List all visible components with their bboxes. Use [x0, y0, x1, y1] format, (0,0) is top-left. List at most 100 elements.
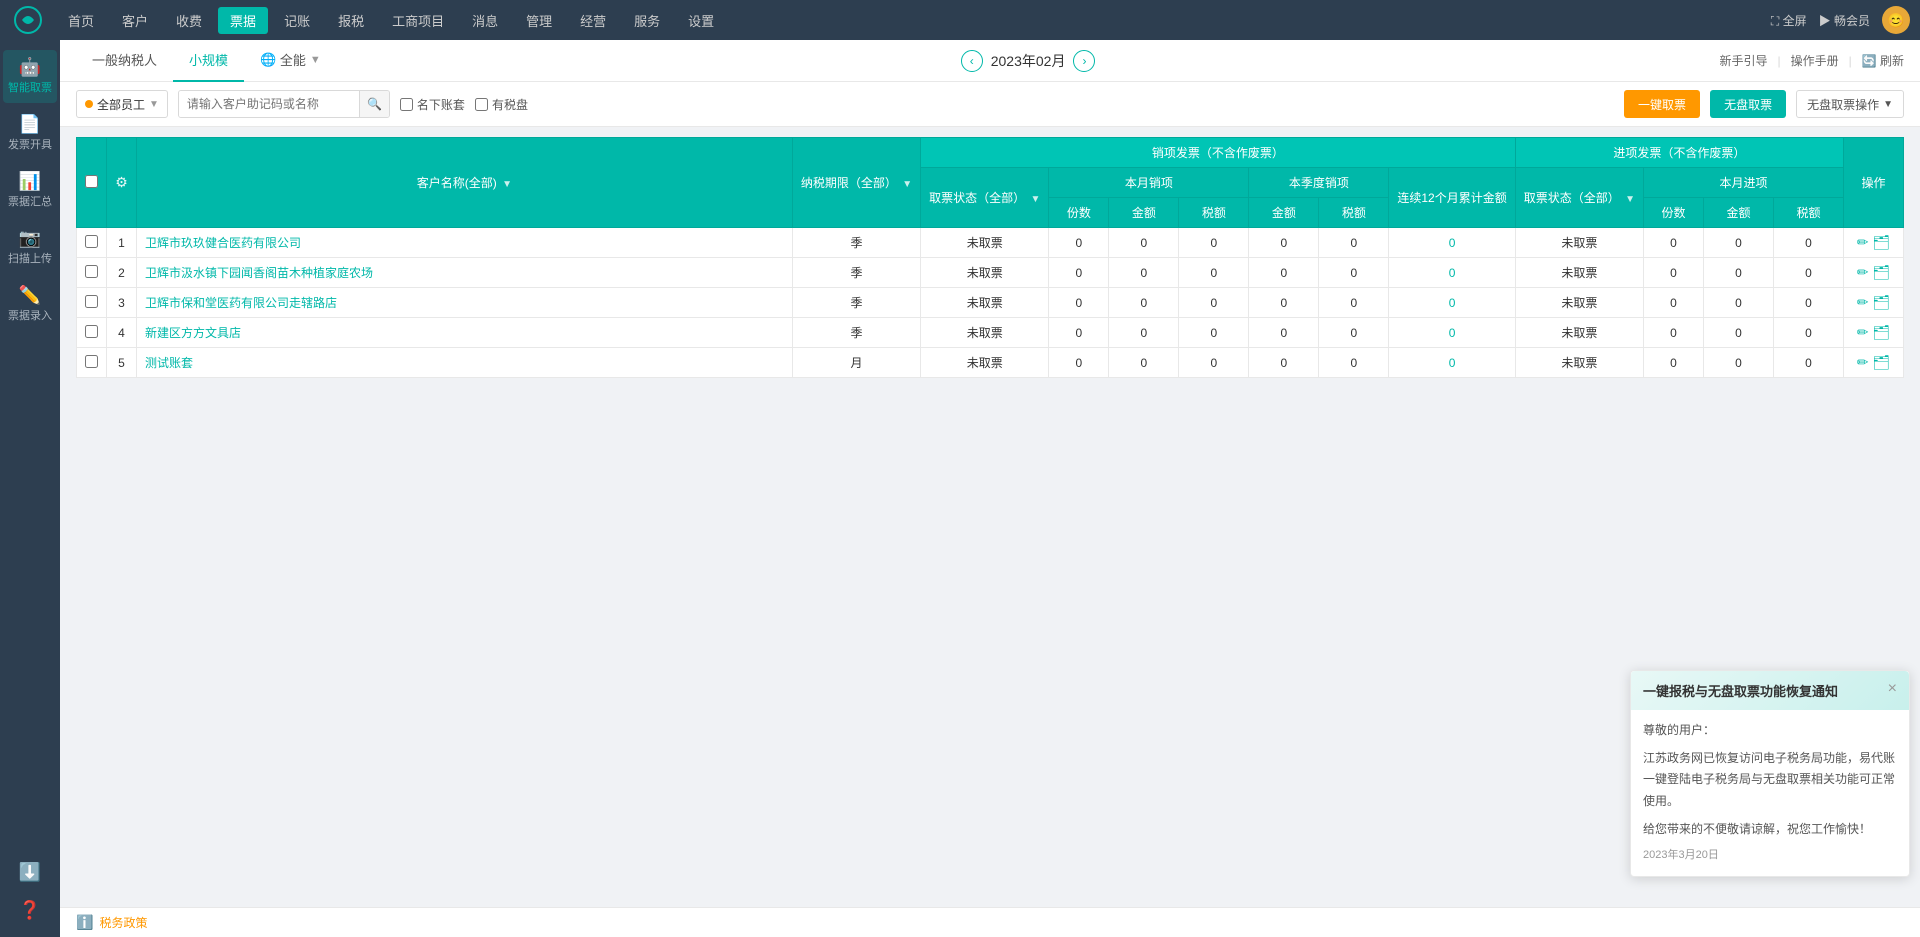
sidebar-item-smart-fetch[interactable]: 🤖 智能取票 — [3, 50, 57, 103]
tab-small-scale[interactable]: 小规模 — [173, 40, 244, 82]
row-actions: ✏ 🗂 — [1844, 288, 1904, 318]
no-disk-ops-button[interactable]: 无盘取票操作 ▼ — [1796, 90, 1904, 118]
manual-btn[interactable]: 操作手册 — [1791, 52, 1839, 69]
no-disk-ops-dropdown-icon[interactable]: ▼ — [1883, 99, 1893, 110]
search-input[interactable] — [179, 90, 359, 118]
row-checkbox[interactable] — [77, 348, 107, 378]
checkbox-tax-disk[interactable]: 有税盘 — [475, 96, 528, 113]
row-sales-month-amount: 0 — [1109, 318, 1179, 348]
checkbox-account-set-input[interactable] — [400, 98, 413, 111]
view-icon[interactable]: 🗂 — [1872, 354, 1890, 371]
row-purchase-month-tax: 0 — [1774, 288, 1844, 318]
fullscreen-btn[interactable]: ⛶ 全屏 — [1771, 12, 1807, 29]
customer-filter-icon[interactable]: ▼ — [502, 179, 512, 190]
row-customer-name: 卫辉市汲水镇下园闻香阁苗木种植家庭农场 — [137, 258, 793, 288]
row-purchase-month-count: 0 — [1644, 258, 1704, 288]
th-cumulative: 连续12个月累计金额 — [1389, 168, 1515, 228]
row-sales-month-count: 0 — [1049, 288, 1109, 318]
sidebar-item-invoice-entry[interactable]: ✏️ 票据录入 — [3, 278, 57, 331]
sidebar-item-invoice-summary[interactable]: 📊 票据汇总 — [3, 164, 57, 217]
scan-upload-icon: 📷 — [19, 229, 41, 247]
sales-fetch-filter-icon[interactable]: ▼ — [1030, 194, 1040, 205]
row-sales-month-tax: 0 — [1179, 228, 1249, 258]
row-cumulative-amount: 0 — [1389, 288, 1515, 318]
row-sales-month-tax: 0 — [1179, 288, 1249, 318]
view-icon[interactable]: 🗂 — [1872, 234, 1890, 251]
nav-message[interactable]: 消息 — [460, 7, 510, 34]
row-tax-period: 季 — [792, 288, 920, 318]
nav-tax[interactable]: 报税 — [326, 7, 376, 34]
th-customer-name: 客户名称(全部) ▼ — [137, 138, 793, 228]
search-button[interactable]: 🔍 — [359, 90, 389, 118]
sidebar-item-scan-upload[interactable]: 📷 扫描上传 — [3, 221, 57, 274]
checkbox-tax-disk-input[interactable] — [475, 98, 488, 111]
vip-btn[interactable]: ▶ 畅会员 — [1819, 12, 1870, 29]
tax-period-filter-icon[interactable]: ▼ — [902, 179, 912, 190]
edit-icon[interactable]: ✏ — [1857, 234, 1869, 251]
row-sales-month-amount: 0 — [1109, 228, 1179, 258]
all-tab-dropdown-icon[interactable]: ▼ — [310, 54, 321, 66]
row-tax-period: 季 — [792, 258, 920, 288]
sidebar-item-download[interactable]: ⬇️ — [3, 855, 57, 889]
edit-icon[interactable]: ✏ — [1857, 264, 1869, 281]
nav-invoice[interactable]: 票据 — [218, 7, 268, 34]
edit-icon[interactable]: ✏ — [1857, 294, 1869, 311]
nav-fee[interactable]: 收费 — [164, 7, 214, 34]
employee-label: 全部员工 — [97, 96, 145, 113]
row-sales-month-amount: 0 — [1109, 348, 1179, 378]
th-purchase-month-tax: 税额 — [1774, 198, 1844, 228]
row-sales-status: 未取票 — [921, 228, 1049, 258]
guide-btn[interactable]: 新手引导 — [1719, 52, 1767, 69]
nav-manage[interactable]: 管理 — [514, 7, 564, 34]
row-checkbox[interactable] — [77, 318, 107, 348]
notification-title: 一键报税与无盘取票功能恢复通知 — [1643, 681, 1838, 700]
date-prev-btn[interactable]: ‹ — [961, 50, 983, 72]
refresh-btn[interactable]: 🔄 刷新 — [1862, 52, 1904, 69]
notification-close-btn[interactable]: × — [1888, 681, 1897, 697]
nav-business[interactable]: 工商项目 — [380, 7, 456, 34]
row-sales-month-tax: 0 — [1179, 318, 1249, 348]
user-avatar[interactable]: 😊 — [1882, 6, 1910, 34]
notification-popup: 一键报税与无盘取票功能恢复通知 × 尊敬的用户： 江苏政务网已恢复访问电子税务局… — [1630, 670, 1910, 877]
row-purchase-month-count: 0 — [1644, 288, 1704, 318]
row-cumulative-amount: 0 — [1389, 318, 1515, 348]
edit-icon[interactable]: ✏ — [1857, 354, 1869, 371]
one-click-fetch-button[interactable]: 一键取票 — [1624, 90, 1700, 118]
th-purchase-month-amount: 金额 — [1704, 198, 1774, 228]
purchase-fetch-filter-icon[interactable]: ▼ — [1625, 194, 1635, 205]
nav-accounting[interactable]: 记账 — [272, 7, 322, 34]
checkbox-tax-disk-label: 有税盘 — [492, 96, 528, 113]
row-checkbox[interactable] — [77, 288, 107, 318]
view-icon[interactable]: 🗂 — [1872, 294, 1890, 311]
nav-customer[interactable]: 客户 — [110, 7, 160, 34]
date-next-btn[interactable]: › — [1073, 50, 1095, 72]
row-purchase-month-amount: 0 — [1704, 288, 1774, 318]
sidebar-item-help[interactable]: ❓ — [3, 893, 57, 927]
table-settings-icon[interactable]: ⚙ — [115, 174, 128, 190]
row-cumulative-amount: 0 — [1389, 348, 1515, 378]
edit-icon[interactable]: ✏ — [1857, 324, 1869, 341]
th-purchase-month-count: 份数 — [1644, 198, 1704, 228]
checkbox-account-set[interactable]: 名下账套 — [400, 96, 465, 113]
no-disk-fetch-button[interactable]: 无盘取票 — [1710, 90, 1786, 118]
row-checkbox[interactable] — [77, 258, 107, 288]
employee-select[interactable]: 全部员工 ▼ — [76, 90, 168, 118]
tax-policy-link[interactable]: 税务政策 — [99, 914, 147, 931]
toolbar: 全部员工 ▼ 🔍 名下账套 有税盘 一键取票 无盘取票 无盘取票操作 ▼ — [60, 82, 1920, 127]
row-purchase-month-count: 0 — [1644, 318, 1704, 348]
select-all-checkbox[interactable] — [85, 175, 98, 188]
nav-operation[interactable]: 经营 — [568, 7, 618, 34]
sidebar-item-invoice-open[interactable]: 📄 发票开具 — [3, 107, 57, 160]
nav-home[interactable]: 首页 — [56, 7, 106, 34]
tax-policy-icon: ℹ️ — [76, 914, 93, 931]
nav-service[interactable]: 服务 — [622, 7, 672, 34]
tab-all[interactable]: 🌐 全能 ▼ — [244, 40, 337, 82]
view-icon[interactable]: 🗂 — [1872, 324, 1890, 341]
tab-general-taxpayer[interactable]: 一般纳税人 — [76, 40, 173, 82]
nav-settings[interactable]: 设置 — [676, 7, 726, 34]
view-icon[interactable]: 🗂 — [1872, 264, 1890, 281]
sidebar-bottom: ⬇️ ❓ — [3, 855, 57, 937]
current-date-label: 2023年02月 — [991, 51, 1066, 71]
employee-dropdown-icon[interactable]: ▼ — [149, 99, 159, 110]
row-checkbox[interactable] — [77, 228, 107, 258]
